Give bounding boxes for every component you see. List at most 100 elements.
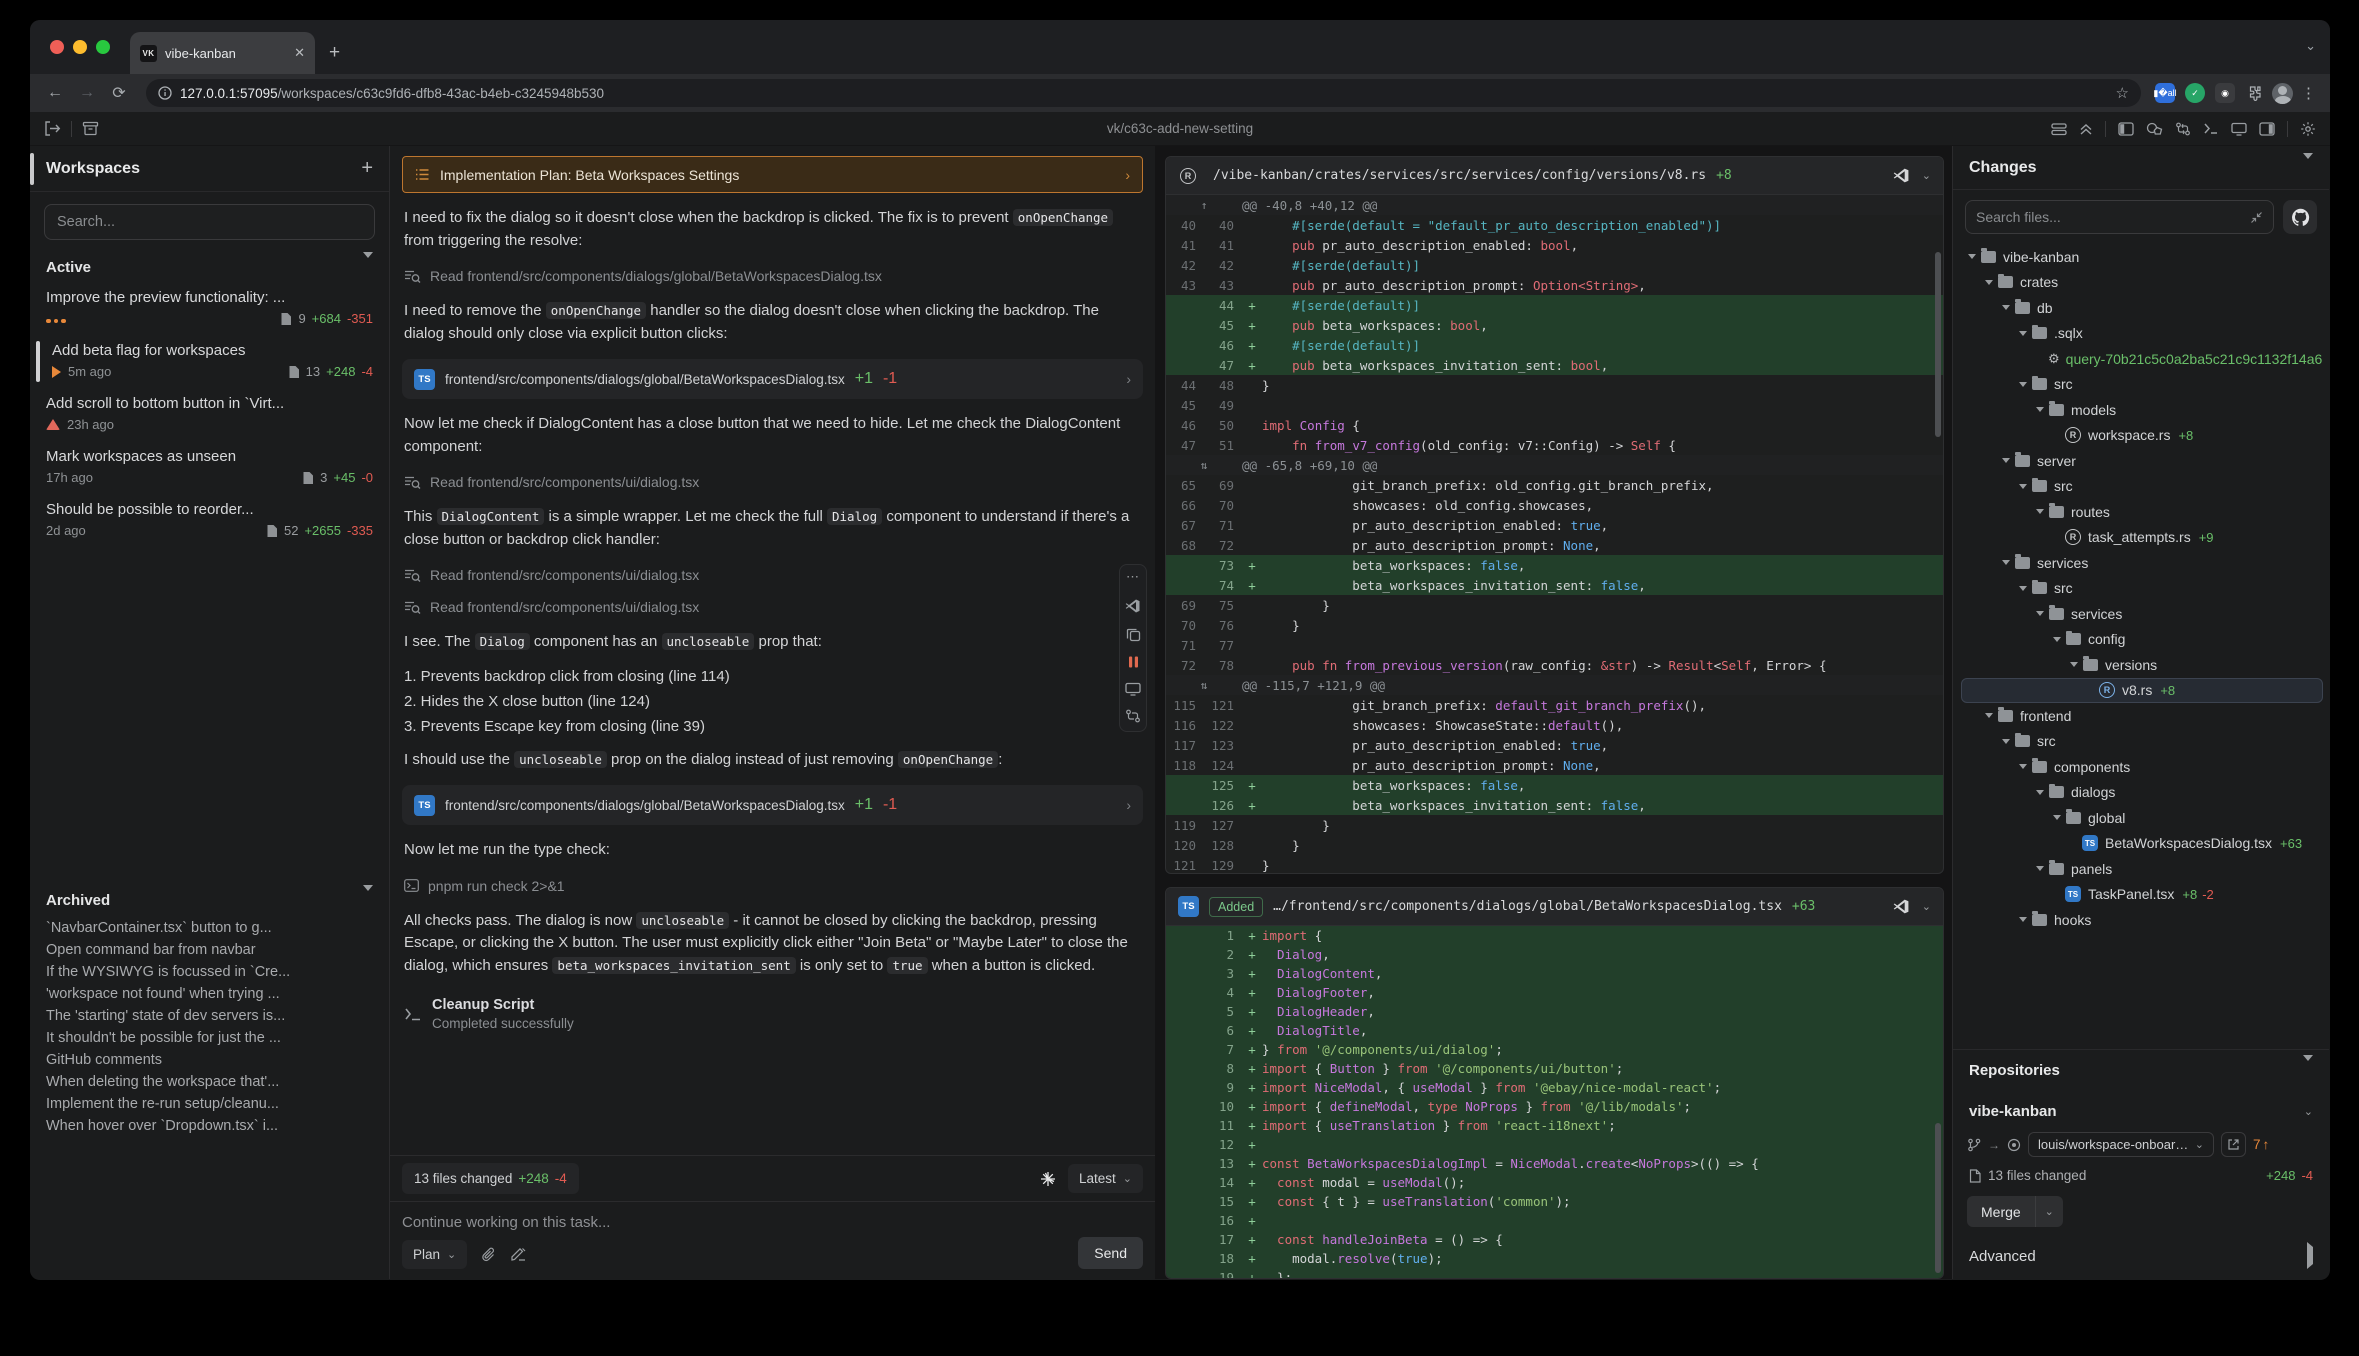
collapse-diff-icon[interactable]: ⌄ <box>1922 169 1931 182</box>
workspace-item[interactable]: Improve the preview functionality: ... 9 +… <box>30 282 389 335</box>
tree-folder-row[interactable]: src <box>1961 474 2323 500</box>
tree-folder-row[interactable]: crates <box>1961 270 2323 296</box>
tree-file-row[interactable]: TS BetaWorkspacesDialog.tsx +63 <box>1961 831 2323 857</box>
tree-folder-row[interactable]: src <box>1961 729 2323 755</box>
archived-workspace-item[interactable]: When deleting the workspace that'... <box>30 1071 389 1093</box>
repository-row[interactable]: vibe-kanban ⌄ <box>1953 1090 2329 1128</box>
bookmark-star-icon[interactable]: ☆ <box>2116 84 2129 102</box>
workspace-item[interactable]: Mark workspaces as unseen 17h ago 3 +45 -0 <box>30 441 389 494</box>
browser-tab[interactable]: VK vibe-kanban ✕ <box>130 32 315 74</box>
branch-selector[interactable]: louis/workspace-onboarding ⌄ <box>2028 1132 2214 1157</box>
diff-scrollbar[interactable] <box>1935 252 1941 437</box>
changes-header[interactable]: Changes <box>1953 146 2329 190</box>
window-controls[interactable] <box>50 40 110 54</box>
archived-workspace-item[interactable]: If the WYSIWYG is focussed in `Cre... <box>30 961 389 983</box>
archived-workspace-item[interactable]: 'workspace not found' when trying ... <box>30 983 389 1005</box>
tree-folder-row[interactable]: server <box>1961 448 2323 474</box>
tree-folder-row[interactable]: src <box>1961 576 2323 602</box>
advanced-section[interactable]: Advanced <box>1953 1233 2329 1279</box>
edited-file-chip[interactable]: TS frontend/src/components/dialogs/global… <box>402 359 1143 399</box>
expand-hunk-icon[interactable]: ⇅ <box>1166 459 1242 472</box>
tree-folder-row[interactable]: models <box>1961 397 2323 423</box>
rows-layout-icon[interactable] <box>2051 122 2067 136</box>
collapse-diff-icon[interactable]: ⌄ <box>1922 900 1931 913</box>
tree-file-row[interactable]: Rtask_attempts.rs +9 <box>1961 525 2323 551</box>
diff-hunk-row[interactable]: ↑ @@ -40,8 +40,12 @@ <box>1166 195 1943 215</box>
tree-file-row[interactable]: Rv8.rs +8 <box>1961 677 2323 703</box>
add-workspace-button[interactable]: + <box>361 157 373 180</box>
collapse-all-icon[interactable] <box>2079 122 2093 136</box>
workspace-item[interactable]: Add scroll to bottom button in `Virt... 2… <box>30 388 389 441</box>
tab-close-icon[interactable]: ✕ <box>294 45 305 61</box>
search-files-input[interactable]: Search files... <box>1965 200 2274 234</box>
mode-selector[interactable]: Plan ⌄ <box>402 1240 468 1269</box>
panel-left-icon[interactable] <box>2118 121 2134 136</box>
open-in-editor-icon[interactable] <box>1893 167 1910 184</box>
archived-section-header[interactable]: Archived <box>30 877 389 917</box>
merge-options-dropdown[interactable]: ⌄ <box>2034 1196 2063 1227</box>
forward-button[interactable]: → <box>74 84 100 102</box>
archived-workspace-item[interactable]: When hover over `Dropdown.tsx` i... <box>30 1115 389 1137</box>
reload-button[interactable]: ⟳ <box>106 83 132 103</box>
tree-folder-row[interactable]: hooks <box>1961 907 2323 933</box>
tree-file-row[interactable]: ⚙ query-70b21c5c0a2ba5c21c9c1132f14a68 <box>1961 346 2323 372</box>
active-section-header[interactable]: Active <box>30 244 389 282</box>
diff-hunk-row[interactable]: ⇅ @@ -65,8 +69,10 @@ <box>1166 455 1943 475</box>
exit-icon[interactable] <box>44 121 61 136</box>
archived-workspace-item[interactable]: `NavbarContainer.tsx` button to g... <box>30 917 389 939</box>
tree-folder-row[interactable]: frontend <box>1961 703 2323 729</box>
tree-folder-row[interactable]: versions <box>1961 652 2323 678</box>
message-input[interactable]: Continue working on this task... Plan ⌄ <box>390 1201 1155 1279</box>
expand-hunk-icon[interactable]: ⇅ <box>1166 679 1242 692</box>
tab-search-icon[interactable]: ⌄ <box>2305 38 2316 54</box>
diff-scrollbar[interactable] <box>1935 1123 1941 1273</box>
extension-icon-camera[interactable]: ◉ <box>2215 83 2235 103</box>
archive-icon[interactable] <box>82 121 99 136</box>
extension-icon-green[interactable]: ✓ <box>2185 83 2205 103</box>
close-window-button[interactable] <box>50 40 64 54</box>
github-button[interactable] <box>2283 200 2317 234</box>
files-changed-badge[interactable]: 13 files changed +248 -4 <box>402 1163 579 1194</box>
diff-header[interactable]: TS Added …/frontend/src/components/dialo… <box>1166 888 1943 926</box>
tree-folder-row[interactable]: services <box>1961 550 2323 576</box>
tree-file-row[interactable]: TS TaskPanel.tsx +8 -2 <box>1961 882 2323 908</box>
tool-call-row[interactable]: pnpm run check 2>&1 <box>404 878 1141 894</box>
maximize-window-button[interactable] <box>96 40 110 54</box>
pen-icon[interactable] <box>510 1247 527 1262</box>
git-compare-icon[interactable] <box>2175 122 2191 136</box>
open-branch-external-button[interactable] <box>2221 1132 2246 1157</box>
sparkle-icon[interactable] <box>1040 1171 1056 1187</box>
pause-icon[interactable] <box>1127 655 1140 669</box>
profile-avatar[interactable] <box>2272 82 2293 104</box>
archived-workspace-item[interactable]: Implement the re-run setup/cleanu... <box>30 1093 389 1115</box>
tree-folder-row[interactable]: components <box>1961 754 2323 780</box>
archived-workspace-item[interactable]: The 'starting' state of dev servers is..… <box>30 1005 389 1027</box>
gear-icon[interactable] <box>2300 121 2316 137</box>
site-info-icon[interactable] <box>158 86 172 100</box>
tool-call-row[interactable]: Read frontend/src/components/ui/dialog.t… <box>404 599 1141 615</box>
expand-hunk-icon[interactable]: ↑ <box>1166 199 1242 212</box>
tree-folder-row[interactable]: src <box>1961 372 2323 398</box>
cleanup-script-row[interactable]: Cleanup Script Completed successfully <box>404 997 1141 1031</box>
back-button[interactable]: ← <box>42 84 68 102</box>
url-bar[interactable]: 127.0.0.1:57095/workspaces/c63c9fd6-dfb8… <box>146 79 2141 107</box>
new-tab-button[interactable]: + <box>329 42 340 64</box>
shapes-icon[interactable] <box>2146 122 2163 136</box>
workspace-item[interactable]: Should be possible to reorder... 2d ago 52… <box>30 494 389 547</box>
workspace-item[interactable]: Add beta flag for workspaces 5m ago 13 +248… <box>30 335 389 388</box>
more-icon[interactable]: ⋯ <box>1126 569 1140 585</box>
extension-icon-blue[interactable]: ▮�all <box>2153 83 2177 103</box>
diff-hunk-row[interactable]: ⇅ @@ -115,7 +121,9 @@ <box>1166 675 1943 695</box>
tool-call-row[interactable]: Read frontend/src/components/ui/dialog.t… <box>404 567 1141 583</box>
workspace-search-input[interactable]: Search... <box>44 204 375 240</box>
open-in-editor-icon[interactable] <box>1125 598 1141 614</box>
collapse-tree-icon[interactable] <box>2250 211 2263 224</box>
tree-folder-row[interactable]: vibe-kanban <box>1961 244 2323 270</box>
copy-icon[interactable] <box>1126 627 1141 642</box>
archived-workspace-item[interactable]: It shouldn't be possible for just the ..… <box>30 1027 389 1049</box>
tree-folder-row[interactable]: services <box>1961 601 2323 627</box>
panel-right-icon[interactable] <box>2259 121 2275 136</box>
tool-call-row[interactable]: Read frontend/src/components/dialogs/glo… <box>404 268 1141 284</box>
browser-menu-icon[interactable]: ⋮ <box>2301 84 2316 102</box>
tree-folder-row[interactable]: global <box>1961 805 2323 831</box>
